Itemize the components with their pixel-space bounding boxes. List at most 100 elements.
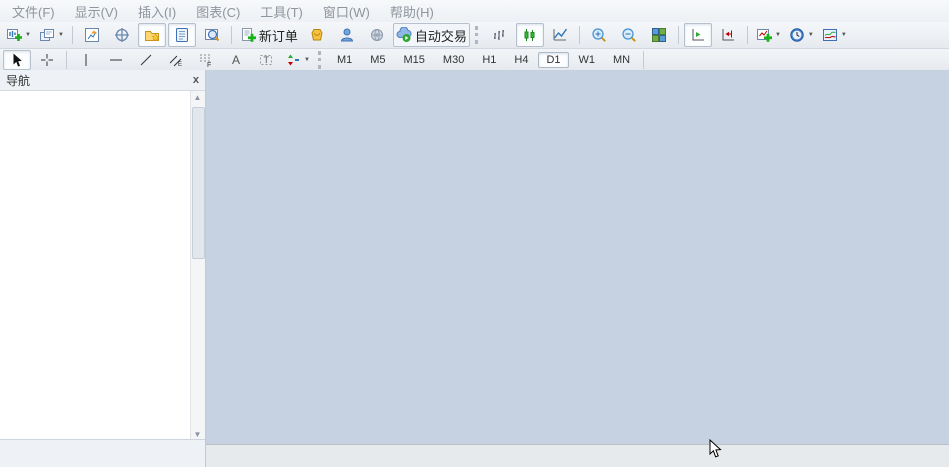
zoom-out-button[interactable]: [615, 23, 643, 47]
navigator-tree: [0, 91, 191, 442]
toolbar-drag-handle[interactable]: [474, 26, 481, 44]
scroll-up-icon[interactable]: ▲: [191, 91, 204, 105]
menu-item[interactable]: 窗口(W): [313, 0, 380, 24]
data-window-button[interactable]: [108, 23, 136, 47]
svg-text:E: E: [178, 62, 182, 68]
menu-item[interactable]: 插入(I): [128, 0, 186, 24]
toolbar-separator: [71, 26, 73, 44]
scrollbar-thumb[interactable]: [192, 107, 205, 259]
market-button[interactable]: [303, 23, 331, 47]
data-window-icon: [114, 27, 130, 43]
toolbar-separator: [230, 26, 232, 44]
new-order-icon: [240, 27, 256, 43]
toolbar-drag-handle[interactable]: [317, 50, 324, 69]
chevron-down-icon[interactable]: ▼: [58, 32, 64, 38]
fibonacci-button[interactable]: F: [192, 50, 220, 70]
crosshair-icon: [39, 52, 55, 68]
terminal-icon: [174, 27, 190, 43]
chart-tab-bar: [206, 444, 949, 467]
toolbar-separator: [66, 50, 67, 69]
zoom-in-icon: [591, 27, 607, 43]
timeframe-h4[interactable]: H4: [506, 52, 536, 68]
new-order-button[interactable]: 新订单: [237, 23, 301, 47]
chart-shift-button[interactable]: [714, 23, 742, 47]
cursor-button[interactable]: [3, 49, 31, 70]
arrows-button[interactable]: ▼: [282, 50, 313, 70]
new-chart-button[interactable]: ▼: [3, 23, 34, 47]
navigator-tabs: [0, 439, 205, 467]
timeframe-w1[interactable]: W1: [571, 52, 604, 68]
text-label-icon: T: [258, 52, 274, 68]
periods-icon: [789, 27, 805, 43]
market-watch-icon: [84, 27, 100, 43]
line-chart-button[interactable]: [546, 23, 574, 47]
navigator-scrollbar[interactable]: ▲ ▼: [190, 91, 205, 442]
tile-windows-button[interactable]: [645, 23, 673, 47]
chevron-down-icon[interactable]: ▼: [808, 32, 814, 38]
timeframe-m1[interactable]: M1: [329, 52, 360, 68]
candlestick-chart-button[interactable]: [515, 23, 544, 47]
zoom-in-button[interactable]: [585, 23, 613, 47]
equidistant-channel-button[interactable]: E: [162, 50, 190, 70]
chart-profiles-button[interactable]: ▼: [36, 23, 67, 47]
navigator-button[interactable]: [137, 23, 166, 47]
zoom-out-icon: [621, 27, 637, 43]
periods-button[interactable]: ▼: [786, 23, 817, 47]
bar-chart-button[interactable]: [486, 23, 514, 47]
toolbar-separator: [643, 50, 645, 69]
market-watch-button[interactable]: [78, 23, 106, 47]
navigator-icon: [144, 27, 160, 43]
menu-item[interactable]: 帮助(H): [380, 0, 444, 24]
autotrading-button[interactable]: 自动交易: [392, 23, 470, 47]
community-button[interactable]: [333, 23, 361, 47]
timeframe-h1[interactable]: H1: [474, 52, 504, 68]
bar-chart-icon: [492, 27, 508, 43]
templates-button[interactable]: ▼: [819, 23, 850, 47]
chevron-down-icon[interactable]: ▼: [775, 32, 781, 38]
toolbar-separator: [746, 26, 748, 44]
menu-item[interactable]: 图表(C): [186, 0, 250, 24]
crosshair-button[interactable]: [33, 50, 61, 70]
timeframe-m15[interactable]: M15: [396, 52, 433, 68]
text-label-button[interactable]: T: [252, 50, 280, 70]
auto-scroll-button[interactable]: [683, 23, 712, 47]
text-button[interactable]: A: [222, 50, 250, 70]
menu-bar: 文件(F) 显示(V) 插入(I) 图表(C) 工具(T) 窗口(W) 帮助(H): [0, 0, 949, 22]
chevron-down-icon[interactable]: ▼: [841, 32, 847, 38]
menu-item[interactable]: 显示(V): [65, 0, 128, 24]
chart-shift-icon: [720, 27, 736, 43]
horizontal-line-button[interactable]: [102, 50, 130, 70]
navigator-header[interactable]: 导航 x: [0, 70, 205, 91]
market-icon: [309, 27, 325, 43]
svg-text:F: F: [207, 62, 211, 68]
signals-button[interactable]: [363, 23, 391, 47]
timeframe-d1[interactable]: D1: [538, 51, 569, 68]
vertical-line-icon: [78, 52, 94, 68]
mouse-cursor-icon: [709, 439, 722, 458]
close-icon[interactable]: x: [193, 75, 199, 86]
chevron-down-icon[interactable]: ▼: [304, 57, 310, 63]
timeframe-m5[interactable]: M5: [362, 52, 393, 68]
menu-item[interactable]: 文件(F): [2, 0, 65, 24]
line-chart-icon: [552, 27, 568, 43]
terminal-button[interactable]: [167, 23, 196, 47]
chart-workspace: [206, 70, 949, 445]
autotrading-icon: [396, 27, 412, 43]
indicators-icon: [756, 27, 772, 43]
community-icon: [339, 27, 355, 43]
strategy-tester-button[interactable]: [198, 23, 226, 47]
svg-text:T: T: [264, 55, 270, 65]
chevron-down-icon[interactable]: ▼: [25, 32, 31, 38]
menu-item[interactable]: 工具(T): [250, 0, 313, 24]
new-chart-icon: [6, 27, 22, 43]
toolbar-separator: [578, 26, 580, 44]
trend-line-button[interactable]: [132, 50, 160, 70]
svg-text:A: A: [232, 53, 240, 67]
cursor-icon: [9, 52, 25, 68]
timeframe-mn[interactable]: MN: [605, 52, 638, 68]
timeframe-m30[interactable]: M30: [435, 52, 472, 68]
horizontal-line-icon: [108, 52, 124, 68]
indicators-button[interactable]: ▼: [753, 23, 784, 47]
vertical-line-button[interactable]: [72, 50, 100, 70]
signals-icon: [369, 27, 385, 43]
